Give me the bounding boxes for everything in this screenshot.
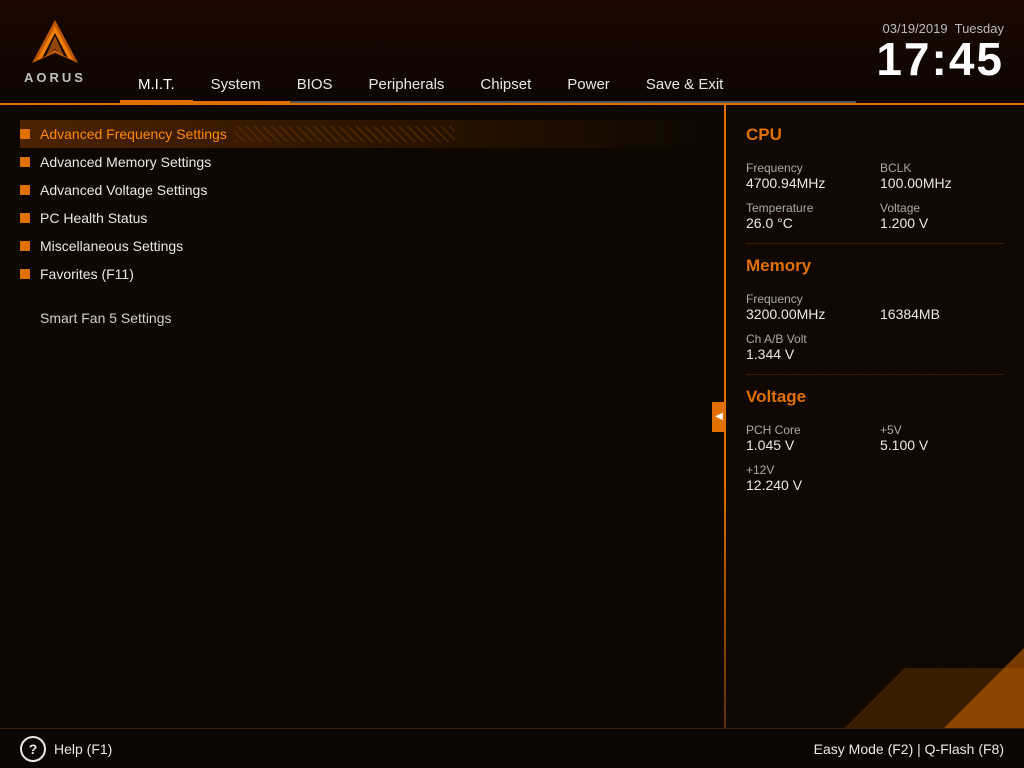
voltage-section-title: Voltage — [746, 387, 1004, 407]
menu-item-favorites[interactable]: Favorites (F11) — [20, 260, 704, 288]
footer-left: ? Help (F1) — [20, 736, 112, 762]
menu-item-advanced-voltage[interactable]: Advanced Voltage Settings — [20, 176, 704, 204]
footer: ? Help (F1) Easy Mode (F2) | Q-Flash (F8… — [0, 728, 1024, 768]
plus5v-label: +5V — [880, 423, 1004, 437]
header: AORUS M.I.T. System BIOS Peripherals Chi… — [0, 0, 1024, 105]
nav-tab-chipset[interactable]: Chipset — [462, 68, 549, 101]
menu-item-smart-fan[interactable]: Smart Fan 5 Settings — [20, 304, 704, 332]
nav-tab-bios[interactable]: BIOS — [279, 68, 351, 101]
menu-bullet-icon — [20, 129, 30, 139]
left-panel: Advanced Frequency Settings Advanced Mem… — [0, 105, 724, 728]
footer-right-actions: Easy Mode (F2) | Q-Flash (F8) — [814, 741, 1004, 757]
plus12v-label: +12V — [746, 463, 870, 477]
cpu-frequency-value: 4700.94MHz — [746, 175, 870, 191]
logo-area: AORUS — [0, 10, 110, 93]
memory-ch-ab-value: 1.344 V — [746, 346, 870, 362]
cpu-section-title: CPU — [746, 125, 1004, 145]
pch-core-label: PCH Core — [746, 423, 870, 437]
plus5v-value: 5.100 V — [880, 437, 1004, 453]
menu-item-advanced-frequency[interactable]: Advanced Frequency Settings — [20, 120, 704, 148]
memory-ch-ab-label: Ch A/B Volt — [746, 332, 870, 346]
nav-area: M.I.T. System BIOS Peripherals Chipset P… — [110, 0, 856, 103]
section-divider-2 — [746, 374, 1004, 375]
menu-bullet-icon — [20, 185, 30, 195]
memory-info-grid: Frequency 3200.00MHz 16384MB Ch A/B Volt… — [746, 286, 1004, 362]
cpu-voltage-col: Voltage 1.200 V — [880, 195, 1004, 231]
aorus-logo-icon — [28, 18, 83, 68]
menu-bullet-icon — [20, 241, 30, 251]
pch-core-value: 1.045 V — [746, 437, 870, 453]
nav-tab-save-exit[interactable]: Save & Exit — [628, 68, 742, 101]
stripe-decoration — [235, 126, 455, 142]
plus5v-col: +5V 5.100 V — [880, 417, 1004, 453]
menu-item-misc[interactable]: Miscellaneous Settings — [20, 232, 704, 260]
memory-frequency-col: Frequency 3200.00MHz — [746, 286, 870, 322]
section-divider-1 — [746, 243, 1004, 244]
help-label[interactable]: Help (F1) — [54, 741, 112, 757]
menu-label-pc-health: PC Health Status — [40, 210, 147, 226]
nav-underline — [120, 101, 856, 103]
menu-bullet-icon — [20, 157, 30, 167]
cpu-temperature-label: Temperature — [746, 201, 870, 215]
menu-label-advanced-memory: Advanced Memory Settings — [40, 154, 211, 170]
cpu-temperature-value: 26.0 °C — [746, 215, 870, 231]
collapse-panel-button[interactable]: ◀ — [712, 402, 726, 432]
aorus-brand-text: AORUS — [24, 70, 86, 85]
datetime-area: 03/19/2019 Tuesday 17:45 — [856, 13, 1024, 90]
memory-section-title: Memory — [746, 256, 1004, 276]
cpu-bclk-value: 100.00MHz — [880, 175, 1004, 191]
cpu-frequency-label: Frequency — [746, 161, 870, 175]
memory-size-col: 16384MB — [880, 286, 1004, 322]
cpu-bclk-col: BCLK 100.00MHz — [880, 155, 1004, 191]
plain-menu-section: Smart Fan 5 Settings — [20, 304, 704, 332]
main-content: Advanced Frequency Settings Advanced Mem… — [0, 105, 1024, 728]
plus12v-value: 12.240 V — [746, 477, 870, 493]
pch-core-col: PCH Core 1.045 V — [746, 417, 870, 453]
cpu-frequency-col: Frequency 4700.94MHz — [746, 155, 870, 191]
cpu-voltage-value: 1.200 V — [880, 215, 1004, 231]
menu-label-favorites: Favorites (F11) — [40, 266, 134, 282]
memory-frequency-label: Frequency — [746, 292, 870, 306]
cpu-info-grid: Frequency 4700.94MHz BCLK 100.00MHz Temp… — [746, 155, 1004, 231]
menu-bullet-icon — [20, 269, 30, 279]
nav-tab-system[interactable]: System — [193, 68, 279, 101]
voltage-info-grid: PCH Core 1.045 V +5V 5.100 V +12V 12.240… — [746, 417, 1004, 493]
help-icon: ? — [20, 736, 46, 762]
menu-label-misc: Miscellaneous Settings — [40, 238, 183, 254]
nav-tab-mit[interactable]: M.I.T. — [120, 68, 193, 101]
cpu-voltage-label: Voltage — [880, 201, 1004, 215]
time-display: 17:45 — [876, 36, 1004, 82]
memory-size-value: 16384MB — [880, 306, 1004, 322]
memory-size-label — [880, 292, 1004, 306]
cpu-temp-col: Temperature 26.0 °C — [746, 195, 870, 231]
nav-tab-power[interactable]: Power — [549, 68, 628, 101]
cpu-bclk-label: BCLK — [880, 161, 1004, 175]
memory-ch-ab-col: Ch A/B Volt 1.344 V — [746, 326, 870, 362]
menu-label-advanced-voltage: Advanced Voltage Settings — [40, 182, 207, 198]
menu-item-pc-health[interactable]: PC Health Status — [20, 204, 704, 232]
menu-item-advanced-memory[interactable]: Advanced Memory Settings — [20, 148, 704, 176]
memory-frequency-value: 3200.00MHz — [746, 306, 870, 322]
corner-decoration — [944, 648, 1024, 728]
nav-tabs: M.I.T. System BIOS Peripherals Chipset P… — [110, 68, 856, 101]
nav-tab-peripherals[interactable]: Peripherals — [351, 68, 463, 101]
plus12v-col: +12V 12.240 V — [746, 457, 870, 493]
menu-bullet-icon — [20, 213, 30, 223]
menu-label-advanced-frequency: Advanced Frequency Settings — [40, 126, 227, 142]
right-panel: ◀ CPU Frequency 4700.94MHz BCLK 100.00MH… — [724, 105, 1024, 728]
